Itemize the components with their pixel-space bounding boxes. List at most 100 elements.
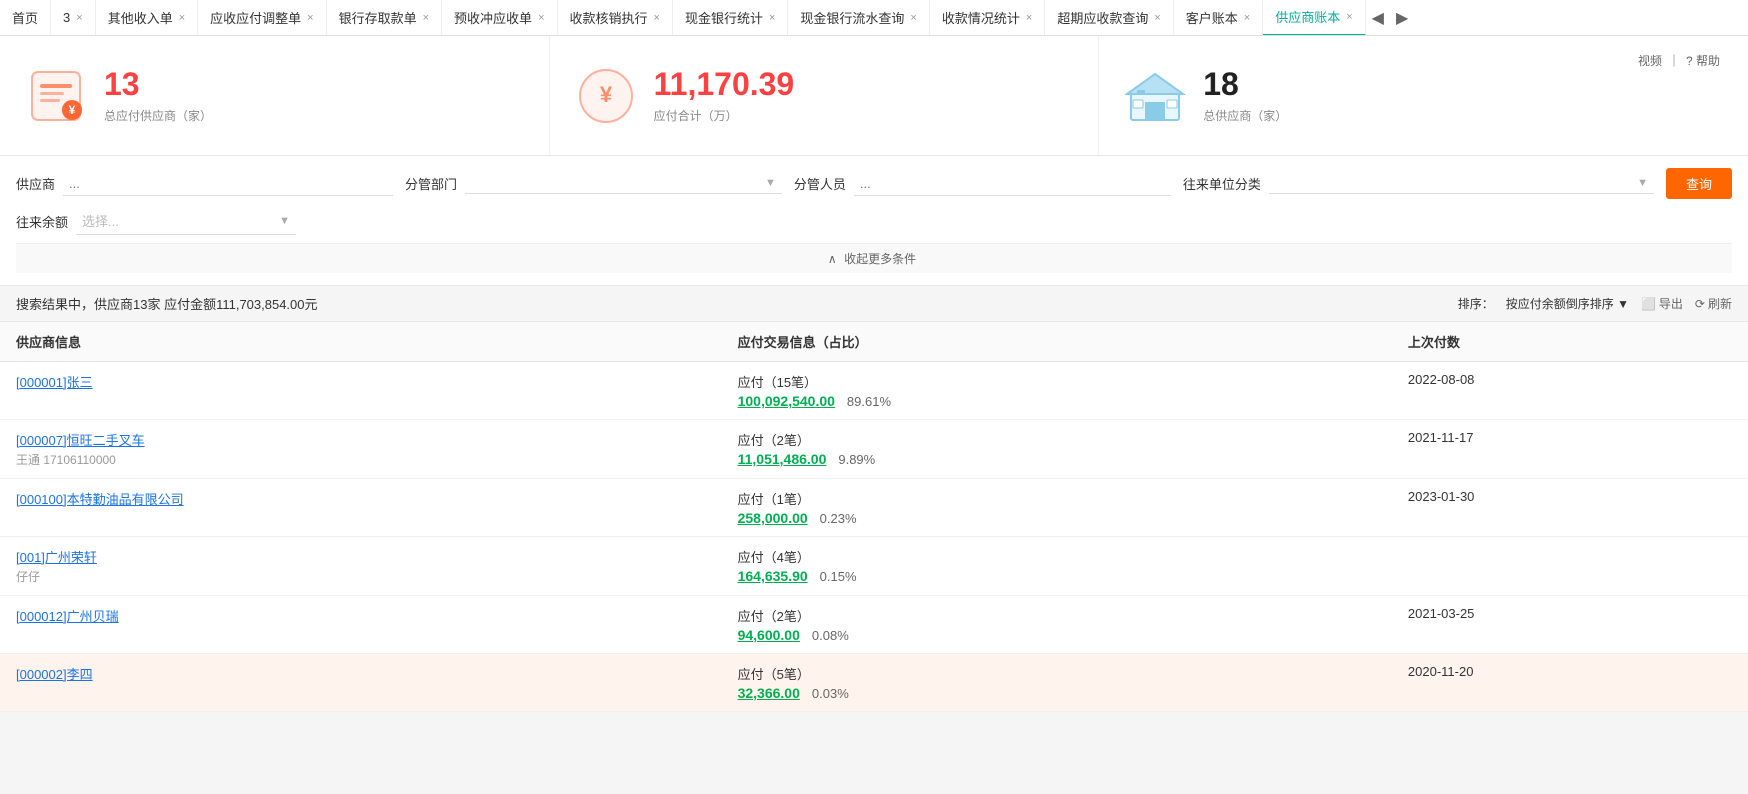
refresh-button[interactable]: ⟳ 刷新 bbox=[1695, 295, 1732, 312]
supplier-link[interactable]: [000100]本特勤油品有限公司 bbox=[16, 492, 184, 507]
tx-percent: 0.03% bbox=[812, 686, 849, 701]
close-icon[interactable]: × bbox=[179, 12, 185, 24]
supplier-link[interactable]: [000012]广州贝瑞 bbox=[16, 609, 119, 624]
tx-label: 应付（2笔） bbox=[738, 430, 1376, 449]
sort-label: 排序： bbox=[1458, 295, 1494, 312]
close-icon[interactable]: × bbox=[910, 12, 916, 24]
sort-value[interactable]: 按应付余额倒序排序 ▼ bbox=[1506, 295, 1629, 312]
tx-amount[interactable]: 32,366.00 bbox=[738, 685, 800, 701]
nav-prev-arrow[interactable]: ◀ bbox=[1366, 0, 1390, 36]
supplier-cell: [000100]本特勤油品有限公司 bbox=[0, 479, 722, 537]
balance-label: 往来余额 bbox=[16, 212, 68, 231]
export-button[interactable]: ⬜ 导出 bbox=[1641, 295, 1683, 312]
collapse-bar[interactable]: ∧ 收起更多条件 bbox=[16, 243, 1732, 273]
card-amount-content: 11,170.39 应付合计（万） bbox=[654, 67, 795, 123]
nav-bank[interactable]: 银行存取款单 × bbox=[327, 0, 442, 36]
nav-other-income[interactable]: 其他收入单 × bbox=[96, 0, 198, 36]
category-select[interactable]: ▼ bbox=[1269, 173, 1654, 194]
card-payable-label: 总应付供应商（家） bbox=[104, 107, 212, 124]
query-button[interactable]: 查询 bbox=[1666, 168, 1732, 199]
filter-balance: 往来余额 选择... ▼ bbox=[16, 207, 296, 235]
balance-select[interactable]: 选择... ▼ bbox=[76, 207, 296, 235]
category-dropdown-arrow: ▼ bbox=[1637, 177, 1648, 189]
tx-label: 应付（1笔） bbox=[738, 489, 1376, 508]
nav-cash-stat[interactable]: 现金银行统计 × bbox=[673, 0, 788, 36]
close-icon[interactable]: × bbox=[654, 12, 660, 24]
tx-label: 应付（2笔） bbox=[738, 606, 1376, 625]
close-icon[interactable]: × bbox=[538, 12, 544, 24]
transaction-cell: 应付（4笔）164,635.900.15% bbox=[722, 537, 1392, 596]
video-link[interactable]: 视频 bbox=[1638, 52, 1662, 69]
supplier-subinfo: 仔仔 bbox=[16, 568, 706, 585]
supplier-cell: [000002]李四 bbox=[0, 654, 722, 712]
close-icon[interactable]: × bbox=[1346, 11, 1352, 23]
supplier-link[interactable]: [001]广州荣轩 bbox=[16, 550, 97, 565]
summary-area: ¥ 13 总应付供应商（家） ¥ 11,170.39 应付合计（万） bbox=[0, 36, 1748, 156]
tx-amount[interactable]: 258,000.00 bbox=[738, 510, 808, 526]
close-icon[interactable]: × bbox=[769, 12, 775, 24]
top-actions: 视频 ｜ ? 帮助 bbox=[1622, 52, 1736, 69]
tx-amount[interactable]: 94,600.00 bbox=[738, 627, 800, 643]
transaction-cell: 应付（2笔） 11,051,486.00 9.89% bbox=[722, 420, 1392, 479]
supplier-cell: [000001]张三 bbox=[0, 362, 722, 420]
last-pay-cell: 2020-11-20 bbox=[1392, 654, 1748, 712]
close-icon[interactable]: × bbox=[423, 12, 429, 24]
svg-text:¥: ¥ bbox=[69, 103, 76, 117]
person-input[interactable] bbox=[854, 172, 1171, 196]
result-actions: 排序： 按应付余额倒序排序 ▼ ⬜ 导出 ⟳ 刷新 bbox=[1458, 295, 1732, 312]
refresh-icon: ⟳ bbox=[1695, 297, 1705, 311]
close-icon[interactable]: × bbox=[1026, 12, 1032, 24]
supplier-link[interactable]: [000007]恒旺二手叉车 bbox=[16, 433, 145, 448]
transaction-cell: 应付（15笔）100,092,540.0089.61% bbox=[722, 362, 1392, 420]
summary-card-amount: ¥ 11,170.39 应付合计（万） bbox=[550, 36, 1100, 155]
close-icon[interactable]: × bbox=[307, 12, 313, 24]
supplier-link[interactable]: [000002]李四 bbox=[16, 667, 93, 682]
nav-3[interactable]: 3 × bbox=[51, 0, 96, 36]
supplier-link[interactable]: [000001]张三 bbox=[16, 375, 93, 390]
last-pay-cell: 2022-08-08 bbox=[1392, 362, 1748, 420]
last-pay-cell: 2021-03-25 bbox=[1392, 596, 1748, 654]
nav-collection-stat[interactable]: 收款情况统计 × bbox=[930, 0, 1045, 36]
filter-dept: 分管部门 ▼ bbox=[405, 173, 782, 194]
nav-prepay[interactable]: 预收冲应收单 × bbox=[442, 0, 557, 36]
card-total-label: 总供应商（家） bbox=[1203, 107, 1287, 124]
tx-percent: 0.08% bbox=[812, 628, 849, 643]
close-icon[interactable]: × bbox=[1154, 12, 1160, 24]
card-total-content: 18 总供应商（家） bbox=[1203, 67, 1287, 123]
col-transaction: 应付交易信息（占比） bbox=[722, 322, 1392, 362]
tx-amount[interactable]: 164,635.90 bbox=[738, 568, 808, 584]
result-bar: 搜索结果中，供应商13家 应付金额111,703,854.00元 排序： 按应付… bbox=[0, 286, 1748, 322]
card-amount-label: 应付合计（万） bbox=[654, 107, 795, 124]
nav-adjust[interactable]: 应收应付调整单 × bbox=[198, 0, 326, 36]
tx-percent: 0.23% bbox=[820, 511, 857, 526]
last-pay-cell bbox=[1392, 537, 1748, 596]
nav-customer-account[interactable]: 客户账本 × bbox=[1174, 0, 1263, 36]
supplier-cell: [001]广州荣轩仔仔 bbox=[0, 537, 722, 596]
close-icon[interactable]: × bbox=[76, 12, 82, 24]
dept-select[interactable]: ▼ bbox=[465, 173, 782, 194]
tx-label: 应付（4笔） bbox=[738, 547, 1376, 566]
tx-percent: 9.89% bbox=[838, 452, 875, 467]
nav-cash-flow[interactable]: 现金银行流水查询 × bbox=[788, 0, 929, 36]
nav-home[interactable]: 首页 bbox=[0, 0, 51, 36]
card-payable-content: 13 总应付供应商（家） bbox=[104, 67, 212, 123]
tx-amount[interactable]: 11,051,486.00 bbox=[738, 451, 827, 467]
supplier-input[interactable] bbox=[63, 172, 393, 196]
supplier-subinfo: 王通 17106110000 bbox=[16, 451, 706, 468]
help-link[interactable]: ? 帮助 bbox=[1686, 52, 1720, 69]
person-label: 分管人员 bbox=[794, 174, 846, 193]
category-label: 往来单位分类 bbox=[1183, 174, 1261, 193]
card-amount-number: 11,170.39 bbox=[654, 67, 795, 102]
balance-dropdown-arrow: ▼ bbox=[279, 215, 290, 227]
table-row: [000002]李四应付（5笔）32,366.000.03%2020-11-20 bbox=[0, 654, 1748, 712]
nav-supplier-account[interactable]: 供应商账本 × bbox=[1263, 0, 1365, 36]
close-icon[interactable]: × bbox=[1244, 12, 1250, 24]
tx-amount[interactable]: 100,092,540.00 bbox=[738, 393, 835, 409]
nav-payment[interactable]: 收款核销执行 × bbox=[558, 0, 673, 36]
supplier-table: 供应商信息 应付交易信息（占比） 上次付数 [000001]张三应付（15笔）1… bbox=[0, 322, 1748, 712]
top-navigation: 首页 3 × 其他收入单 × 应收应付调整单 × 银行存取款单 × 预收冲应收单… bbox=[0, 0, 1748, 36]
filter-supplier: 供应商 bbox=[16, 172, 393, 196]
nav-overdue[interactable]: 超期应收款查询 × bbox=[1045, 0, 1173, 36]
nav-next-arrow[interactable]: ▶ bbox=[1390, 0, 1414, 36]
table-row: [000001]张三 应付（15笔）100,092,540.0089.61%202… bbox=[0, 362, 1748, 420]
